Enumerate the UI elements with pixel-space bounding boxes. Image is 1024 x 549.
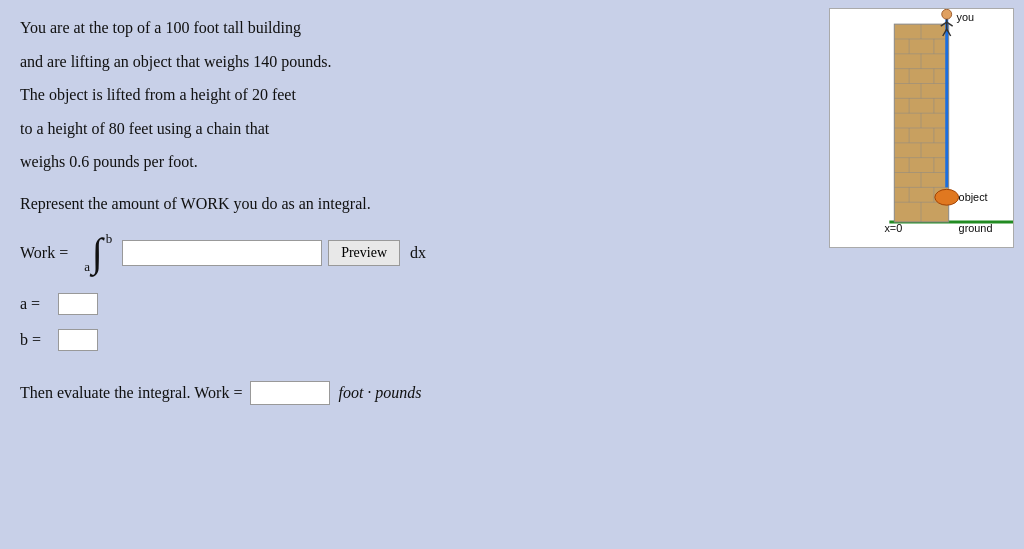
svg-text:ground: ground: [959, 222, 993, 234]
integral-symbol: b ∫ a: [82, 233, 112, 273]
svg-point-35: [935, 189, 959, 205]
a-bound-row: a =: [20, 293, 780, 315]
preview-button[interactable]: Preview: [328, 240, 400, 266]
b-input[interactable]: [58, 329, 98, 351]
problem-line-1: You are at the top of a 100 foot tall bu…: [20, 15, 780, 41]
evaluate-text: Then evaluate the integral. Work =: [20, 384, 242, 402]
problem-line-2: and are lifting an object that weighs 14…: [20, 49, 780, 75]
problem-line-4: to a height of 80 feet using a chain tha…: [20, 116, 780, 142]
problem-line-5: weighs 0.6 pounds per foot.: [20, 149, 780, 175]
b-bound-row: b =: [20, 329, 780, 351]
represent-text: Represent the amount of WORK you do as a…: [20, 195, 780, 213]
diagram-svg: you object ground x=0: [830, 9, 1013, 247]
evaluate-row: Then evaluate the integral. Work = foot …: [20, 381, 780, 405]
evaluate-input[interactable]: [250, 381, 330, 405]
work-integral-row: Work = b ∫ a Preview dx: [20, 233, 780, 273]
b-label: b =: [20, 331, 50, 349]
integral-sub: a: [84, 259, 90, 275]
work-label: Work =: [20, 244, 68, 262]
integrand-input[interactable]: [122, 240, 322, 266]
unit-label: foot · pounds: [338, 384, 421, 402]
integral-sign: ∫: [92, 233, 103, 273]
svg-point-36: [942, 9, 952, 19]
svg-text:you: you: [957, 11, 975, 23]
integral-sup: b: [106, 231, 113, 247]
a-input[interactable]: [58, 293, 98, 315]
svg-text:x=0: x=0: [884, 222, 902, 234]
building-diagram: you object ground x=0: [829, 8, 1014, 248]
problem-line-3: The object is lifted from a height of 20…: [20, 82, 780, 108]
svg-text:object: object: [959, 191, 988, 203]
dx-label: dx: [410, 244, 426, 262]
a-label: a =: [20, 295, 50, 313]
